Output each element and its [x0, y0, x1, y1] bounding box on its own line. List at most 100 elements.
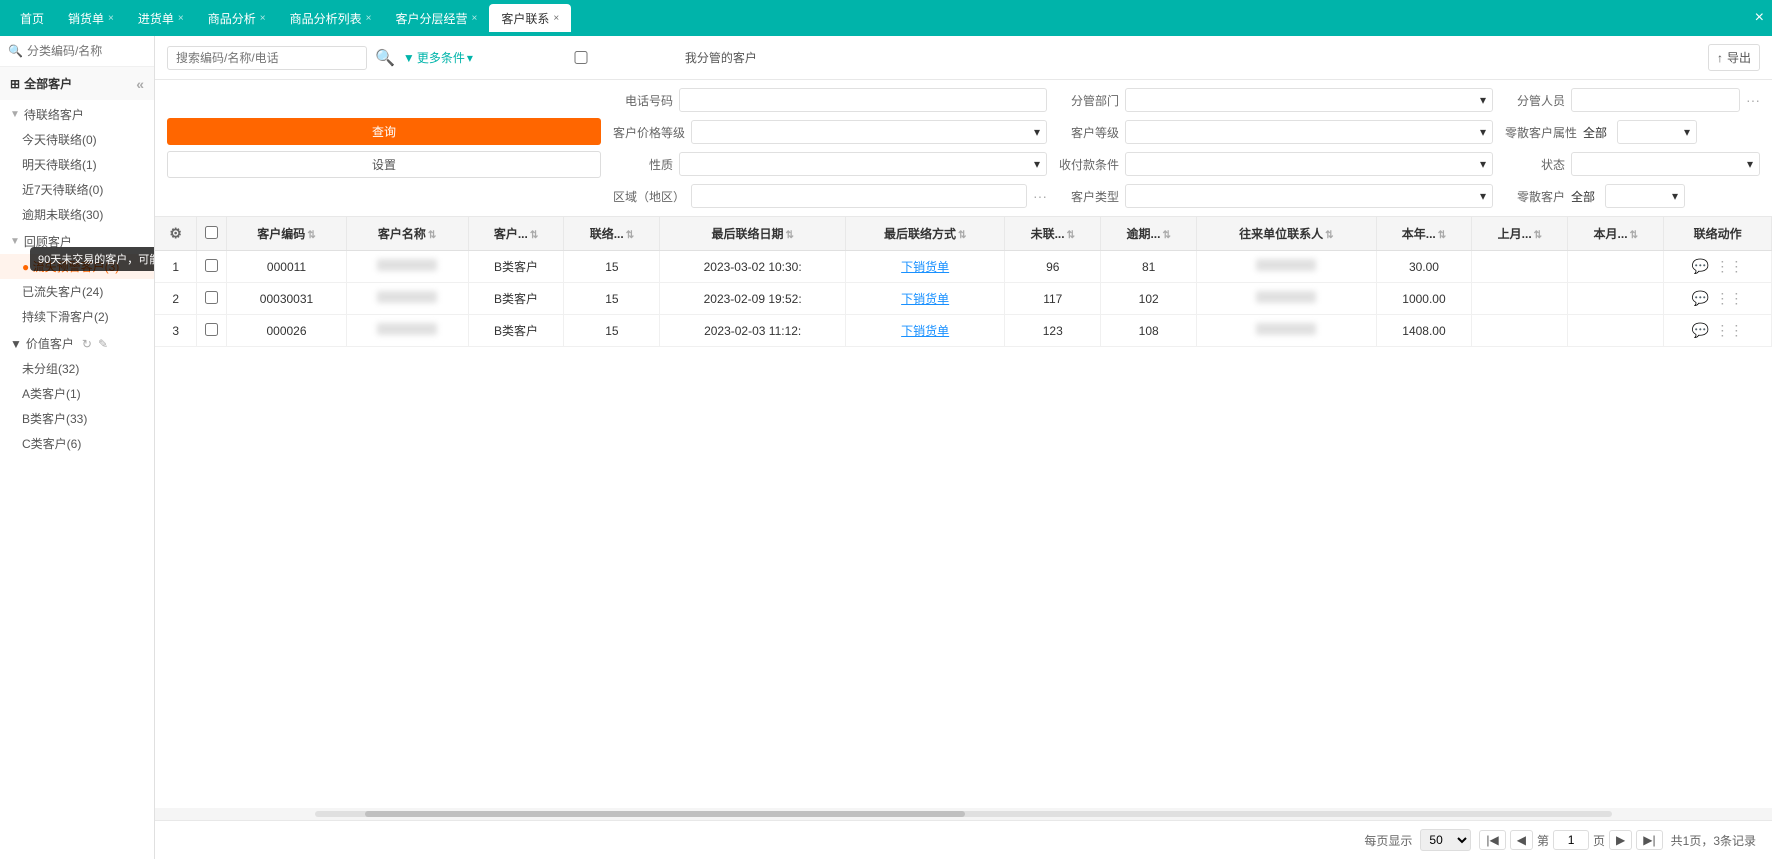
- close-customer-contact-icon[interactable]: ×: [553, 13, 559, 24]
- checkbox-header[interactable]: [197, 217, 227, 251]
- tab-customer-contact[interactable]: 客户联系 ×: [489, 4, 571, 32]
- sort-this-year-icon[interactable]: ⇅: [1438, 230, 1446, 241]
- sort-date-icon[interactable]: ⇅: [785, 230, 793, 241]
- status-select[interactable]: ▾: [1571, 152, 1760, 176]
- person-dots-icon[interactable]: ···: [1746, 92, 1760, 108]
- sidebar-item-overdue-pending[interactable]: 逾期未联络(30): [0, 202, 154, 227]
- close-goods-analysis-icon[interactable]: ×: [260, 13, 266, 24]
- search-input[interactable]: [167, 46, 367, 70]
- export-button[interactable]: ↑ 导出: [1708, 44, 1760, 71]
- page-size-select[interactable]: 10 20 50 100: [1420, 829, 1471, 851]
- person-input[interactable]: [1571, 88, 1740, 112]
- select-all-checkbox[interactable]: [205, 226, 218, 239]
- close-sales-icon[interactable]: ×: [108, 13, 114, 24]
- retail-customer-select[interactable]: ▾: [1605, 184, 1685, 208]
- sidebar-item-declining[interactable]: 持续下滑客户(2): [0, 304, 154, 329]
- sidebar-item-tomorrow-pending[interactable]: 明天待联络(1): [0, 152, 154, 177]
- next-page-button[interactable]: ▶: [1609, 830, 1632, 850]
- row-select-checkbox-1[interactable]: [205, 291, 218, 304]
- sort-method-icon[interactable]: ⇅: [958, 230, 966, 241]
- row-select-checkbox-2[interactable]: [205, 323, 218, 336]
- sidebar-section-pending[interactable]: ▼ 待联络客户: [0, 100, 154, 127]
- row-checkbox-0[interactable]: [197, 251, 227, 283]
- region-input[interactable]: [691, 184, 1027, 208]
- settings-button[interactable]: 设置: [167, 151, 601, 178]
- tab-home[interactable]: 首页: [8, 4, 56, 32]
- tab-purchase[interactable]: 进货单 ×: [126, 4, 196, 32]
- sort-this-month-icon[interactable]: ⇅: [1630, 230, 1638, 241]
- last-method-link-2[interactable]: 下销货单: [901, 324, 949, 338]
- export-label: 导出: [1727, 49, 1751, 66]
- sort-name-icon[interactable]: ⇅: [428, 230, 436, 241]
- chat-icon-2[interactable]: 💬: [1692, 322, 1709, 339]
- row-checkbox-1[interactable]: [197, 283, 227, 315]
- customer-grade-select[interactable]: ▾: [1125, 120, 1493, 144]
- prev-page-button[interactable]: ◀: [1510, 830, 1533, 850]
- sidebar-item-churned[interactable]: 已流失客户(24): [0, 279, 154, 304]
- my-customers-checkbox[interactable]: [481, 51, 681, 64]
- close-customer-layer-icon[interactable]: ×: [471, 13, 477, 24]
- sidebar-item-today-pending[interactable]: 今天待联络(0): [0, 127, 154, 152]
- sidebar-item-b-class[interactable]: B类客户(33): [0, 406, 154, 431]
- retail-attr-select[interactable]: ▾: [1617, 120, 1697, 144]
- chat-icon-0[interactable]: 💬: [1692, 258, 1709, 275]
- last-page-button[interactable]: ▶|: [1636, 830, 1662, 850]
- first-page-button[interactable]: |◀: [1479, 830, 1505, 850]
- page-number-input[interactable]: [1553, 830, 1589, 850]
- refresh-icon[interactable]: ↻: [82, 337, 92, 351]
- gear-header[interactable]: ⚙: [155, 217, 197, 251]
- dept-select[interactable]: ▾: [1125, 88, 1493, 112]
- collapse-icon[interactable]: «: [136, 76, 144, 92]
- sidebar-section-review[interactable]: ▼ 回顾客户 90天未交易的客户，可能有流失风险。: [0, 227, 154, 254]
- sort-last-month-icon[interactable]: ⇅: [1534, 230, 1542, 241]
- more-icon-0[interactable]: ⋮⋮: [1715, 258, 1743, 275]
- tab-goods-analysis[interactable]: 商品分析 ×: [196, 4, 278, 32]
- more-icon-1[interactable]: ⋮⋮: [1715, 290, 1743, 307]
- tab-customer-layer[interactable]: 客户分层经营 ×: [383, 4, 489, 32]
- my-customers-checkbox-area[interactable]: 我分管的客户: [481, 49, 757, 66]
- window-close-icon[interactable]: ×: [1755, 9, 1764, 27]
- row-last-method-0[interactable]: 下销货单: [845, 251, 1004, 283]
- sidebar-item-c-class[interactable]: C类客户(6): [0, 431, 154, 456]
- query-button[interactable]: 查询: [167, 118, 601, 145]
- tab-goods-analysis-list[interactable]: 商品分析列表 ×: [278, 4, 384, 32]
- payment-select[interactable]: ▾: [1125, 152, 1493, 176]
- more-conditions-button[interactable]: ▼ 更多条件 ▾: [403, 49, 473, 66]
- price-grade-select[interactable]: ▾: [691, 120, 1047, 144]
- gear-icon[interactable]: ⚙: [169, 225, 182, 241]
- search-button[interactable]: 🔍: [375, 48, 395, 68]
- row-last-method-2[interactable]: 下销货单: [845, 315, 1004, 347]
- nature-select[interactable]: ▾: [679, 152, 1047, 176]
- last-method-link-0[interactable]: 下销货单: [901, 260, 949, 274]
- sort-type-icon[interactable]: ⇅: [530, 230, 538, 241]
- sort-contacts-icon[interactable]: ⇅: [626, 230, 634, 241]
- sort-overdue-icon[interactable]: ⇅: [1162, 230, 1170, 241]
- sidebar-item-week-pending[interactable]: 近7天待联络(0): [0, 177, 154, 202]
- close-purchase-icon[interactable]: ×: [178, 13, 184, 24]
- tab-sales[interactable]: 销货单 ×: [56, 4, 126, 32]
- scroll-thumb[interactable]: [365, 811, 965, 817]
- sidebar-item-unclassified[interactable]: 未分组(32): [0, 356, 154, 381]
- phone-input[interactable]: [679, 88, 1047, 112]
- chat-icon-1[interactable]: 💬: [1692, 290, 1709, 307]
- row-select-checkbox-0[interactable]: [205, 259, 218, 272]
- region-dots-icon[interactable]: ···: [1033, 188, 1047, 204]
- tab-purchase-label: 进货单: [138, 10, 174, 27]
- edit-icon[interactable]: ✎: [98, 337, 108, 351]
- bottom-scrollbar[interactable]: [155, 808, 1772, 820]
- more-icon-2[interactable]: ⋮⋮: [1715, 322, 1743, 339]
- row-action-icons-1: 💬 ⋮⋮: [1670, 290, 1765, 307]
- sidebar-all-customers[interactable]: ⊞ 全部客户 «: [0, 67, 154, 100]
- sidebar-item-a-class[interactable]: A类客户(1): [0, 381, 154, 406]
- customer-type-select[interactable]: ▾: [1125, 184, 1493, 208]
- row-checkbox-2[interactable]: [197, 315, 227, 347]
- sort-person-icon[interactable]: ⇅: [1325, 230, 1333, 241]
- sort-code-icon[interactable]: ⇅: [307, 230, 315, 241]
- sort-uncontacted-icon[interactable]: ⇅: [1067, 230, 1075, 241]
- filter-row-retail-attr: 零散客户属性 全部 ▾: [1505, 120, 1760, 144]
- sidebar-search-input[interactable]: [27, 44, 155, 58]
- last-method-link-1[interactable]: 下销货单: [901, 292, 949, 306]
- row-last-method-1[interactable]: 下销货单: [845, 283, 1004, 315]
- sidebar-section-value[interactable]: ▼ 价值客户 ↻ ✎: [0, 329, 154, 356]
- close-goods-analysis-list-icon[interactable]: ×: [366, 13, 372, 24]
